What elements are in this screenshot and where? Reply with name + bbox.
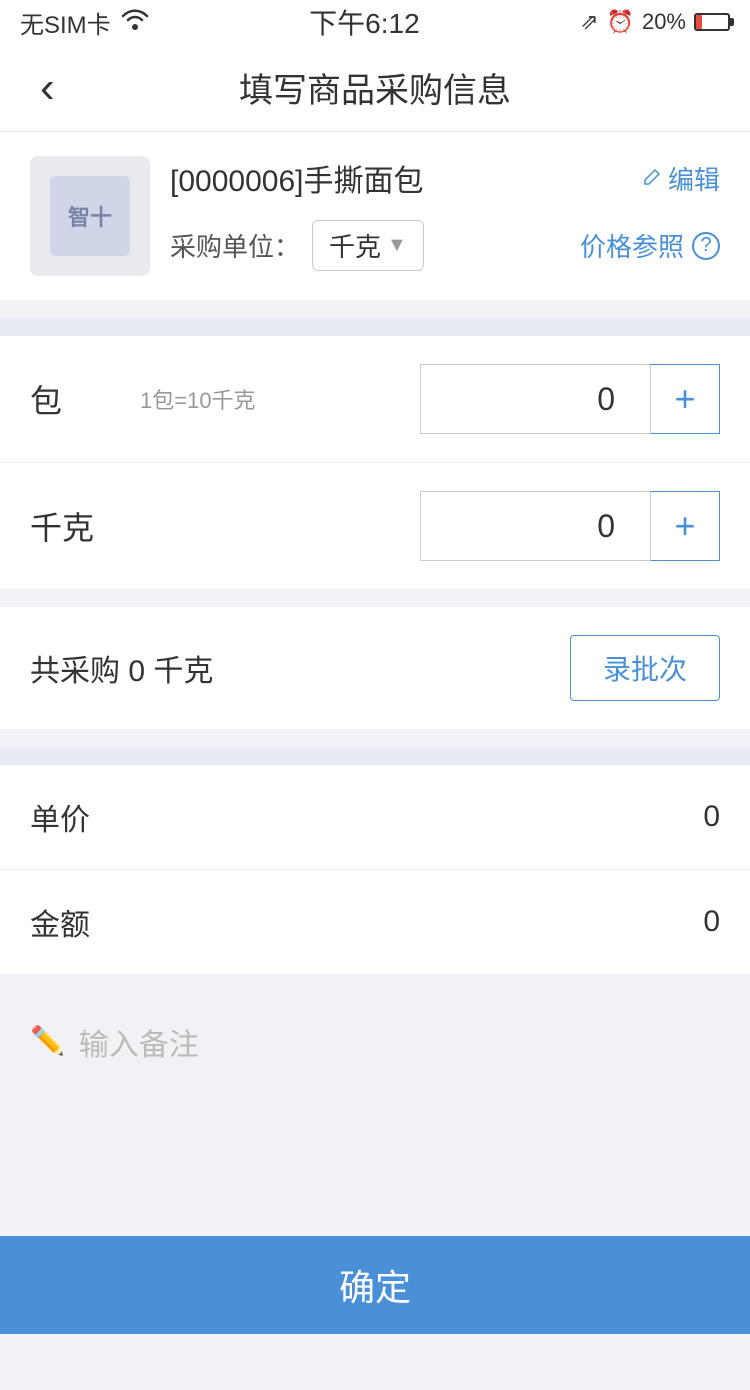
amount-label: 金额	[30, 900, 90, 944]
edit-label: 编辑	[668, 160, 720, 197]
unit-price-value: 0	[703, 800, 720, 834]
page-title: 填写商品采购信息	[239, 63, 511, 112]
divider-1	[0, 318, 750, 336]
qty-label-bao: 包	[30, 376, 130, 422]
product-thumbnail: 智十	[30, 156, 150, 276]
product-logo: 智十	[50, 176, 130, 256]
alarm-icon: ⏰	[607, 9, 634, 35]
pencil-icon: ✏️	[30, 1024, 65, 1057]
quantity-row-bao: 包 1包=10千克 +	[0, 336, 750, 463]
nav-bar: ‹ 填写商品采购信息	[0, 44, 750, 132]
product-card: 智十 [0000006]手撕面包 编辑 采购单位： 千克 ▼	[0, 132, 750, 300]
qty-input-bao[interactable]	[420, 364, 650, 434]
price-section: 单价 0 金额 0	[0, 765, 750, 974]
price-row-unit: 单价 0	[0, 765, 750, 870]
price-reference-button[interactable]: 价格参照 ?	[580, 227, 720, 264]
battery-pct: 20%	[642, 9, 686, 35]
unit-label: 采购单位：	[170, 227, 300, 264]
product-info: [0000006]手撕面包 编辑 采购单位： 千克 ▼ 价格参照 ?	[170, 156, 720, 271]
qty-plus-bao[interactable]: +	[650, 364, 720, 434]
confirm-button[interactable]: 确定	[0, 1236, 750, 1334]
edit-button[interactable]: 编辑	[640, 160, 720, 197]
back-button[interactable]: ‹	[30, 53, 65, 123]
location-icon: ⇗	[580, 9, 598, 35]
logo-text: 智十	[68, 200, 112, 232]
qty-input-group-kg: +	[420, 491, 720, 561]
price-ref-label: 价格参照	[580, 227, 684, 264]
carrier-text: 无SIM卡	[20, 5, 111, 40]
help-icon: ?	[692, 232, 720, 260]
product-name-row: [0000006]手撕面包 编辑	[170, 156, 720, 200]
remarks-placeholder: 输入备注	[79, 1020, 199, 1064]
status-time: 下午6:12	[309, 2, 420, 42]
qty-sublabel-bao: 1包=10千克	[140, 383, 420, 415]
status-right: ⇗ ⏰ 20%	[580, 9, 730, 35]
amount-value: 0	[703, 905, 720, 939]
divider-2	[0, 747, 750, 765]
main-content: 智十 [0000006]手撕面包 编辑 采购单位： 千克 ▼	[0, 132, 750, 1292]
summary-row: 共采购 0 千克 录批次	[0, 607, 750, 729]
price-row-amount: 金额 0	[0, 870, 750, 974]
batch-button[interactable]: 录批次	[570, 635, 720, 701]
qty-label-kg: 千克	[30, 503, 130, 549]
battery-icon	[694, 13, 730, 31]
status-left: 无SIM卡	[20, 5, 149, 40]
qty-input-group-bao: +	[420, 364, 720, 434]
quantity-row-kg: 千克 +	[0, 463, 750, 589]
unit-value: 千克	[329, 227, 381, 264]
unit-row: 采购单位： 千克 ▼ 价格参照 ?	[170, 220, 720, 271]
wifi-icon	[121, 8, 149, 37]
quantity-section: 包 1包=10千克 + 千克 +	[0, 336, 750, 589]
dropdown-icon: ▼	[387, 234, 407, 257]
product-name: [0000006]手撕面包	[170, 156, 423, 200]
summary-text: 共采购 0 千克	[30, 646, 213, 690]
qty-plus-kg[interactable]: +	[650, 491, 720, 561]
status-bar: 无SIM卡 下午6:12 ⇗ ⏰ 20%	[0, 0, 750, 44]
qty-input-kg[interactable]	[420, 491, 650, 561]
confirm-label: 确定	[339, 1259, 411, 1311]
unit-select[interactable]: 千克 ▼	[312, 220, 424, 271]
unit-price-label: 单价	[30, 795, 90, 839]
